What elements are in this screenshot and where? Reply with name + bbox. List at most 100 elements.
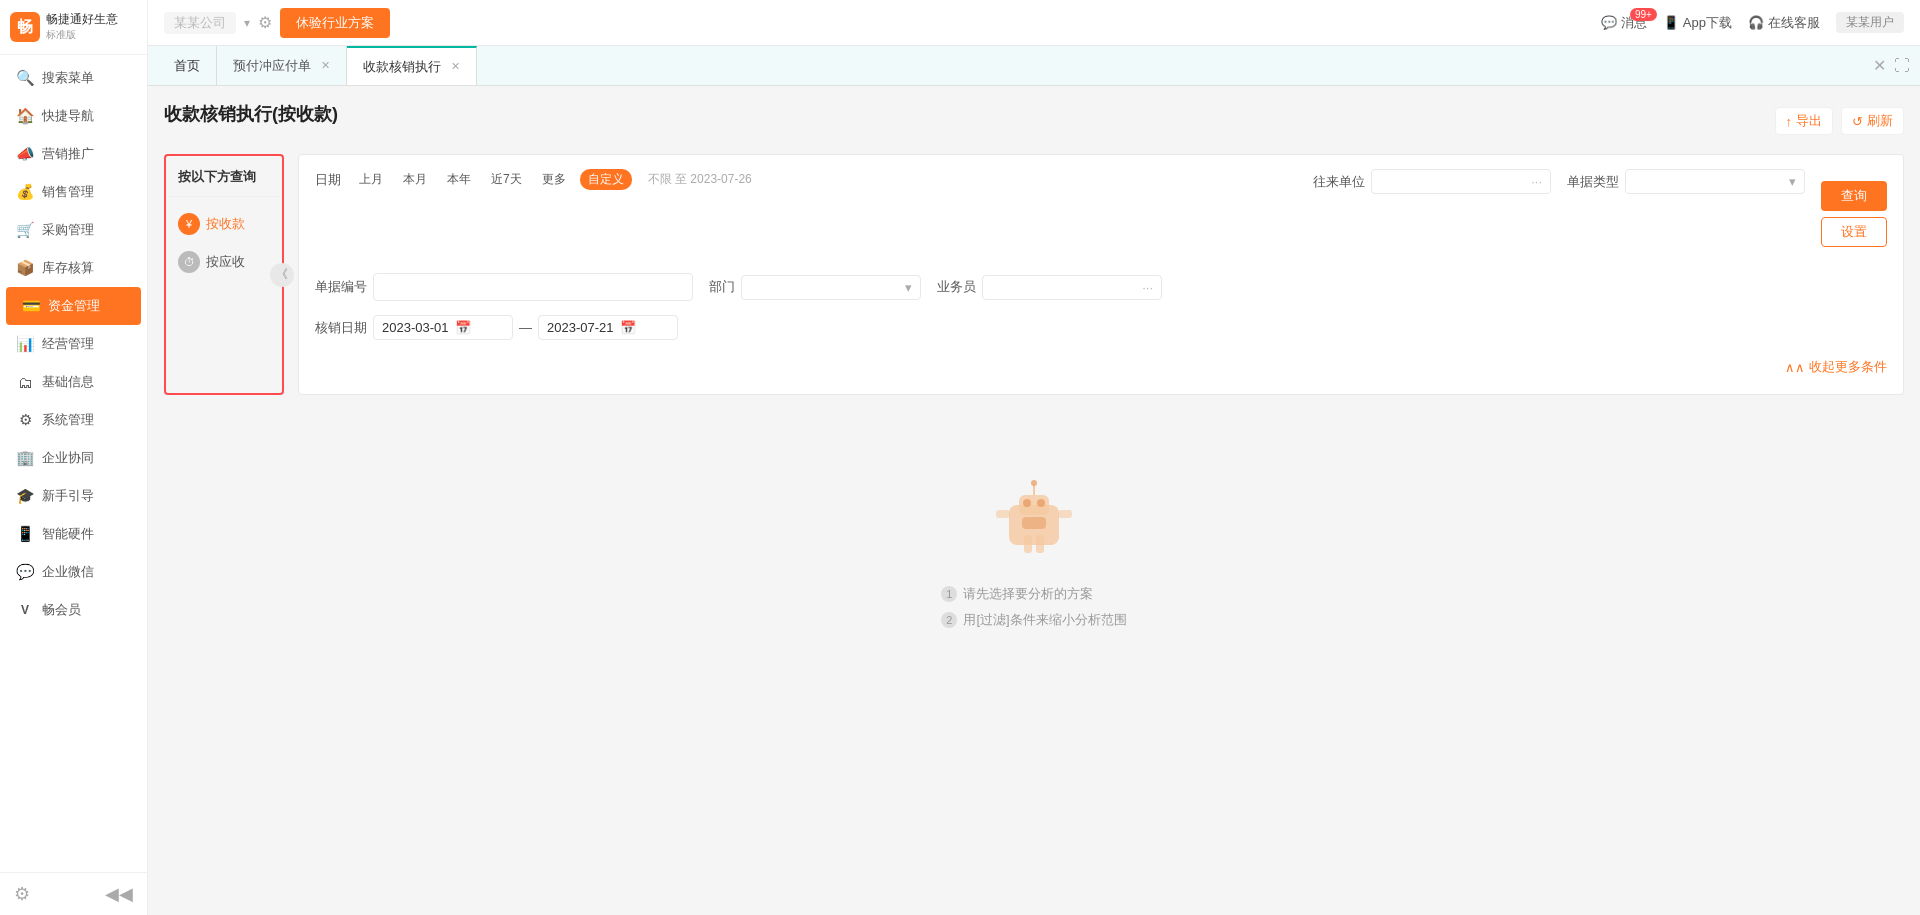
online-service-button[interactable]: 🎧 在线客服 bbox=[1748, 14, 1820, 32]
sidebar-label-system: 系统管理 bbox=[42, 411, 94, 429]
staff-dots[interactable]: ··· bbox=[1142, 280, 1153, 295]
doc-no-input[interactable] bbox=[373, 273, 693, 301]
collapse-up-icon: ∧∧ bbox=[1785, 360, 1805, 375]
basic-icon: 🗂 bbox=[16, 374, 34, 391]
sidebar-item-system[interactable]: ⚙ 系统管理 bbox=[0, 401, 147, 439]
industry-plan-button[interactable]: 休验行业方案 bbox=[280, 8, 390, 38]
close-window-icon[interactable]: ✕ bbox=[1873, 56, 1886, 75]
counterpart-input[interactable]: ··· bbox=[1371, 169, 1551, 194]
verify-date-end-value: 2023-07-21 bbox=[547, 320, 614, 335]
tab-collection[interactable]: 收款核销执行 ✕ bbox=[347, 46, 477, 85]
service-icon: 🎧 bbox=[1748, 15, 1764, 30]
empty-tips: 1 请先选择要分析的方案 2 用[过滤]条件来缩小分析范围 bbox=[941, 581, 1126, 633]
filter-option-receivable-label: 按应收 bbox=[206, 253, 245, 271]
sidebar-item-guide[interactable]: 🎓 新手引导 bbox=[0, 477, 147, 515]
collapse-row: ∧∧ 收起更多条件 bbox=[315, 350, 1887, 380]
sidebar-item-member[interactable]: V 畅会员 bbox=[0, 591, 147, 629]
sidebar-label-sales: 销售管理 bbox=[42, 183, 94, 201]
staff-label: 业务员 bbox=[937, 278, 976, 296]
svg-rect-7 bbox=[1058, 510, 1072, 518]
quicknav-icon: 🏠 bbox=[16, 107, 34, 125]
receivable-filter-icon: ⏱ bbox=[178, 251, 200, 273]
robot-illustration bbox=[984, 475, 1084, 565]
date-label: 日期 bbox=[315, 171, 345, 189]
verify-date-start-input[interactable]: 2023-03-01 📅 bbox=[373, 315, 513, 340]
sidebar-item-wechat[interactable]: 💬 企业微信 bbox=[0, 553, 147, 591]
date-range-text: 不限 至 2023-07-26 bbox=[648, 171, 752, 188]
staff-input[interactable]: ··· bbox=[982, 275, 1162, 300]
tip-num-1: 1 bbox=[941, 586, 957, 602]
sidebar-item-search[interactable]: 🔍 搜索菜单 bbox=[0, 59, 147, 97]
dept-select[interactable]: ▾ bbox=[741, 275, 921, 300]
collapse-more-button[interactable]: ∧∧ 收起更多条件 bbox=[1785, 354, 1887, 380]
tabbar-actions: ✕ ⛶ bbox=[1873, 56, 1910, 75]
member-icon: V bbox=[16, 603, 34, 617]
tab-prepay[interactable]: 预付冲应付单 ✕ bbox=[217, 46, 347, 85]
date-option-more[interactable]: 更多 bbox=[536, 169, 572, 190]
filter-option-collection[interactable]: ¥ 按收款 bbox=[166, 205, 282, 243]
verify-date-end-cal-icon[interactable]: 📅 bbox=[620, 320, 636, 335]
tab-collection-close[interactable]: ✕ bbox=[451, 60, 460, 73]
sidebar-item-quicknav[interactable]: 🏠 快捷导航 bbox=[0, 97, 147, 135]
finance-icon: 💳 bbox=[22, 297, 40, 315]
search-icon: 🔍 bbox=[16, 69, 34, 87]
tab-home[interactable]: 首页 bbox=[158, 46, 217, 85]
app-icon: 📱 bbox=[1663, 15, 1679, 30]
date-option-7days[interactable]: 近7天 bbox=[485, 169, 528, 190]
sidebar-item-enterprise[interactable]: 🏢 企业协同 bbox=[0, 439, 147, 477]
sidebar-item-marketing[interactable]: 📣 营销推广 bbox=[0, 135, 147, 173]
collection-filter-icon: ¥ bbox=[178, 213, 200, 235]
svg-point-2 bbox=[1023, 499, 1031, 507]
inventory-icon: 📦 bbox=[16, 259, 34, 277]
sidebar-item-hardware[interactable]: 📱 智能硬件 bbox=[0, 515, 147, 553]
sidebar-item-finance[interactable]: 💳 资金管理 bbox=[6, 287, 141, 325]
doc-type-label: 单据类型 bbox=[1567, 173, 1619, 191]
content-area: 收款核销执行(按收款) ↑ 导出 ↺ 刷新 按以下方查询 bbox=[148, 86, 1920, 915]
export-button[interactable]: ↑ 导出 bbox=[1775, 107, 1834, 135]
topbar-gear-icon[interactable]: ⚙ bbox=[258, 13, 272, 32]
doc-no-row: 单据编号 部门 ▾ 业务员 bbox=[315, 273, 1887, 301]
message-button[interactable]: 💬 消息 99+ bbox=[1601, 14, 1647, 32]
tabbar: 首页 预付冲应付单 ✕ 收款核销执行 ✕ ✕ ⛶ bbox=[148, 46, 1920, 86]
doc-type-select[interactable]: ▾ bbox=[1625, 169, 1805, 194]
svg-rect-5 bbox=[1036, 535, 1044, 553]
sidebar-label-purchase: 采购管理 bbox=[42, 221, 94, 239]
sidebar-item-operation[interactable]: 📊 经营管理 bbox=[0, 325, 147, 363]
verify-date-start-cal-icon[interactable]: 📅 bbox=[455, 320, 471, 335]
sidebar-label-enterprise: 企业协同 bbox=[42, 449, 94, 467]
date-option-this-month[interactable]: 本月 bbox=[397, 169, 433, 190]
app-label: App下载 bbox=[1683, 14, 1732, 32]
dept-label: 部门 bbox=[709, 278, 735, 296]
date-option-this-year[interactable]: 本年 bbox=[441, 169, 477, 190]
expand-window-icon[interactable]: ⛶ bbox=[1894, 57, 1910, 75]
svg-rect-6 bbox=[996, 510, 1010, 518]
sidebar-item-basic[interactable]: 🗂 基础信息 bbox=[0, 363, 147, 401]
collapse-sidebar-icon[interactable]: ◀◀ bbox=[105, 883, 133, 905]
robot-svg bbox=[984, 475, 1084, 565]
sidebar-label-quicknav: 快捷导航 bbox=[42, 107, 94, 125]
app-download-button[interactable]: 📱 App下载 bbox=[1663, 14, 1732, 32]
date-option-custom[interactable]: 自定义 bbox=[580, 169, 632, 190]
sidebar-item-inventory[interactable]: 📦 库存核算 bbox=[0, 249, 147, 287]
query-button[interactable]: 查询 bbox=[1821, 181, 1887, 211]
collapse-label: 收起更多条件 bbox=[1809, 358, 1887, 376]
refresh-button[interactable]: ↺ 刷新 bbox=[1841, 107, 1904, 135]
filter-sidebar-toggle[interactable]: 《 bbox=[270, 263, 294, 287]
settings-button[interactable]: 设置 bbox=[1821, 217, 1887, 247]
svg-rect-8 bbox=[1022, 517, 1046, 529]
settings-bottom-icon[interactable]: ⚙ bbox=[14, 883, 30, 905]
sidebar-label-guide: 新手引导 bbox=[42, 487, 94, 505]
verify-date-field: 核销日期 2023-03-01 📅 — 2023-07-21 📅 bbox=[315, 315, 678, 340]
filter-option-receivable[interactable]: ⏱ 按应收 bbox=[166, 243, 282, 281]
topbar-dropdown-arrow[interactable]: ▾ bbox=[244, 16, 250, 30]
doc-no-field: 单据编号 bbox=[315, 273, 693, 301]
verify-date-end-input[interactable]: 2023-07-21 📅 bbox=[538, 315, 678, 340]
sidebar-item-purchase[interactable]: 🛒 采购管理 bbox=[0, 211, 147, 249]
user-avatar[interactable]: 某某用户 bbox=[1836, 12, 1904, 33]
counterpart-dots[interactable]: ··· bbox=[1531, 174, 1542, 189]
sidebar-item-sales[interactable]: 💰 销售管理 bbox=[0, 173, 147, 211]
tip-item-2: 2 用[过滤]条件来缩小分析范围 bbox=[941, 607, 1126, 633]
date-option-last-month[interactable]: 上月 bbox=[353, 169, 389, 190]
svg-point-3 bbox=[1037, 499, 1045, 507]
tab-prepay-close[interactable]: ✕ bbox=[321, 59, 330, 72]
